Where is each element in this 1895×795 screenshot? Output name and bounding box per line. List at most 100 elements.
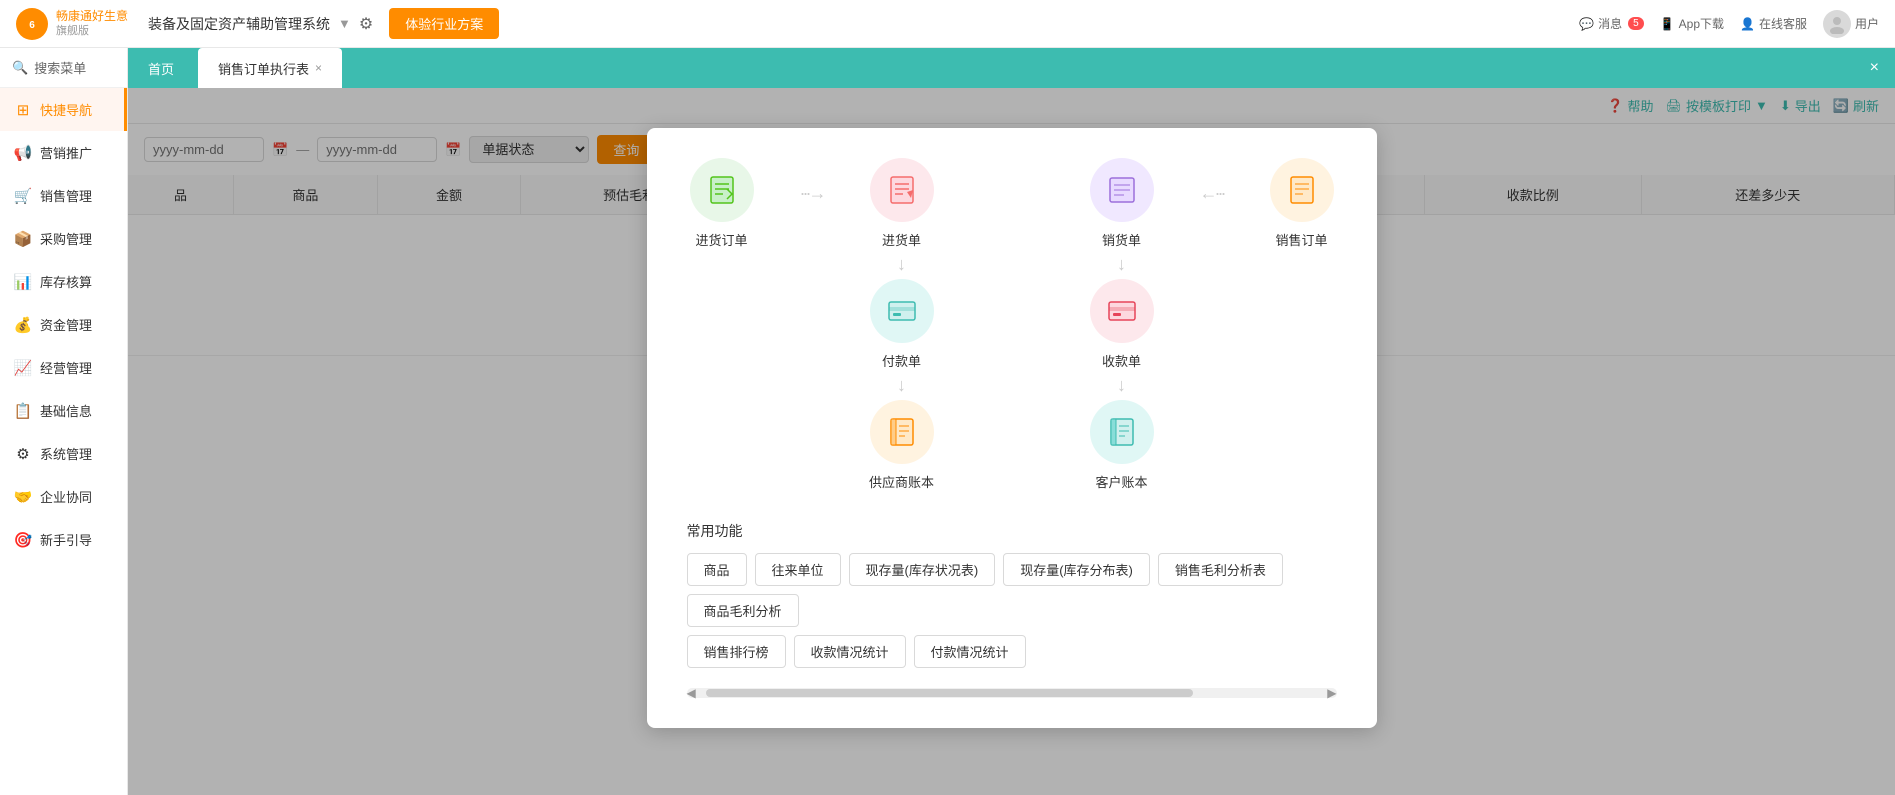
scroll-right-arrow[interactable]: ▶ (1327, 686, 1336, 700)
sidebar-item-basic[interactable]: 📋 基础信息 (0, 389, 127, 432)
arrow-down-sb: ↓ (1052, 254, 1192, 275)
svg-text:6: 6 (29, 20, 35, 31)
cf-btn-partner[interactable]: 往来单位 (755, 553, 841, 586)
customer-ledger-label: 客户账本 (1095, 472, 1147, 491)
purchase-bill-node[interactable]: 进货单 (832, 158, 972, 249)
cf-btn-payment-stat[interactable]: 付款情况统计 (914, 635, 1026, 668)
tab-home[interactable]: 首页 (128, 48, 194, 88)
purchase-bill-label: 进货单 (882, 230, 921, 249)
system-title: 装备及固定资产辅助管理系统 (148, 14, 330, 34)
sidebar-item-enterprise[interactable]: 🤝 企业协同 (0, 475, 127, 518)
sidebar-item-purchase[interactable]: 📦 采购管理 (0, 217, 127, 260)
purchase-order-label: 进货订单 (695, 230, 747, 249)
top-bar: 6 畅康通好生意 旗舰版 装备及固定资产辅助管理系统 ▼ ⚙ 体验行业方案 💬 … (0, 0, 1895, 48)
app-container: 6 畅康通好生意 旗舰版 装备及固定资产辅助管理系统 ▼ ⚙ 体验行业方案 💬 … (0, 0, 1895, 795)
dropdown-icon[interactable]: ▼ (338, 16, 351, 31)
sales-bill-node[interactable]: 销货单 (1052, 158, 1192, 249)
newbie-icon: 🎯 (14, 531, 32, 549)
purchase-order-node[interactable]: 进货订单 (652, 158, 792, 249)
sidebar-item-operation[interactable]: 📈 经营管理 (0, 346, 127, 389)
service-icon: 👤 (1740, 17, 1755, 31)
cf-btn-sales-gross[interactable]: 销售毛利分析表 (1158, 553, 1283, 586)
marketing-icon: 📢 (14, 144, 32, 162)
sales-order-icon (1270, 158, 1334, 222)
quick-nav-icon: ⊞ (14, 101, 32, 119)
supplier-ledger-node[interactable]: 供应商账本 (832, 400, 972, 491)
system-icon: ⚙ (14, 445, 32, 463)
sales-order-label: 销售订单 (1275, 230, 1327, 249)
cf-buttons-row: 商品 往来单位 现存量(库存状况表) 现存量(库存分布表) 销售毛利分析表 商品… (687, 553, 1337, 627)
page-content: ❓ 帮助 🖨 按模板打印 ▼ ⬇ 导出 🔄 刷新 (128, 88, 1895, 795)
sales-bill-label: 销货单 (1102, 230, 1141, 249)
cf-btn-product[interactable]: 商品 (687, 553, 747, 586)
scroll-left-arrow[interactable]: ◀ (687, 686, 696, 700)
payment-bill-node[interactable]: 付款单 (832, 279, 972, 370)
sidebar-item-inventory[interactable]: 📊 库存核算 (0, 260, 127, 303)
cf-buttons-row-2: 销售排行榜 收款情况统计 付款情况统计 (687, 635, 1337, 668)
sidebar-item-finance[interactable]: 💰 资金管理 (0, 303, 127, 346)
arrow-down-pay: ↓ (832, 375, 972, 396)
sidebar: 🔍 搜索菜单 ⊞ 快捷导航 📢 营销推广 🛒 销售管理 📦 采购管理 📊 (0, 48, 128, 795)
sidebar-item-sales[interactable]: 🛒 销售管理 (0, 174, 127, 217)
enterprise-icon: 🤝 (14, 488, 32, 506)
customer-ledger-node[interactable]: 客户账本 (1052, 400, 1192, 491)
supplier-ledger-label: 供应商账本 (869, 472, 934, 491)
sales-bill-icon (1090, 158, 1154, 222)
sales-icon: 🛒 (14, 187, 32, 205)
arrow-down-rec: ↓ (1052, 375, 1192, 396)
modal-dialog: 进货订单 ···→ (647, 128, 1377, 728)
message-icon: 💬 (1579, 17, 1594, 31)
message-badge: 5 (1628, 17, 1644, 30)
supplier-ledger-icon (870, 400, 934, 464)
tabs-bar: 首页 销售订单执行表 × × (128, 48, 1895, 88)
avatar (1823, 10, 1851, 38)
flow-diagram: 进货订单 ···→ (687, 158, 1337, 491)
cf-btn-stock-status[interactable]: 现存量(库存状况表) (849, 553, 996, 586)
settings-icon[interactable]: ⚙ (359, 14, 373, 34)
sidebar-item-marketing[interactable]: 📢 营销推广 (0, 131, 127, 174)
sidebar-item-newbie[interactable]: 🎯 新手引导 (0, 518, 127, 561)
sales-order-node[interactable]: 销售订单 (1232, 158, 1372, 249)
cf-btn-product-gross[interactable]: 商品毛利分析 (687, 594, 799, 627)
purchase-icon: 📦 (14, 230, 32, 248)
modal-overlay: 进货订单 ···→ (128, 88, 1895, 795)
sidebar-item-system[interactable]: ⚙ 系统管理 (0, 432, 127, 475)
online-service-button[interactable]: 👤 在线客服 (1740, 15, 1807, 32)
payment-bill-label: 付款单 (882, 351, 921, 370)
main-area: 🔍 搜索菜单 ⊞ 快捷导航 📢 营销推广 🛒 销售管理 📦 采购管理 📊 (0, 48, 1895, 795)
common-functions: 常用功能 商品 往来单位 现存量(库存状况表) 现存量(库存分布表) 销售毛利分… (687, 521, 1337, 668)
app-download-button[interactable]: 📱 App下载 (1660, 15, 1724, 32)
app-icon: 📱 (1660, 17, 1675, 31)
purchase-order-icon (690, 158, 754, 222)
inventory-icon: 📊 (14, 273, 32, 291)
user-menu[interactable]: 用户 (1823, 10, 1879, 38)
purchase-bill-icon (870, 158, 934, 222)
logo-icon: 6 (16, 8, 48, 40)
receipt-bill-label: 收款单 (1102, 351, 1141, 370)
finance-icon: 💰 (14, 316, 32, 334)
search-menu[interactable]: 🔍 搜索菜单 (0, 48, 127, 88)
trial-button[interactable]: 体验行业方案 (389, 8, 499, 39)
close-tab-right-icon[interactable]: × (1870, 59, 1879, 77)
tab-close-icon[interactable]: × (315, 61, 322, 75)
logo-text: 畅康通好生意 旗舰版 (56, 9, 128, 39)
logo-area: 6 畅康通好生意 旗舰版 (16, 8, 128, 40)
message-button[interactable]: 💬 消息 5 (1579, 15, 1644, 32)
arrow-po-pb: ···→ (792, 183, 832, 224)
receipt-bill-icon (1090, 279, 1154, 343)
arrow-down-pb: ↓ (832, 254, 972, 275)
modal-scrollbar[interactable]: ◀ ▶ (687, 688, 1337, 698)
operation-icon: 📈 (14, 359, 32, 377)
tab-sales-execution[interactable]: 销售订单执行表 × (198, 48, 342, 88)
cf-btn-stock-dist[interactable]: 现存量(库存分布表) (1003, 553, 1150, 586)
basic-icon: 📋 (14, 402, 32, 420)
cf-btn-sales-rank[interactable]: 销售排行榜 (687, 635, 786, 668)
top-right-actions: 💬 消息 5 📱 App下载 👤 在线客服 用户 (1579, 10, 1879, 38)
payment-bill-icon (870, 279, 934, 343)
receipt-bill-node[interactable]: 收款单 (1052, 279, 1192, 370)
sidebar-item-quick-nav[interactable]: ⊞ 快捷导航 (0, 88, 127, 131)
customer-ledger-icon (1090, 400, 1154, 464)
cf-btn-receipt-stat[interactable]: 收款情况统计 (794, 635, 906, 668)
scrollbar-thumb[interactable] (706, 689, 1194, 697)
content-area: 首页 销售订单执行表 × × ❓ 帮助 (128, 48, 1895, 795)
